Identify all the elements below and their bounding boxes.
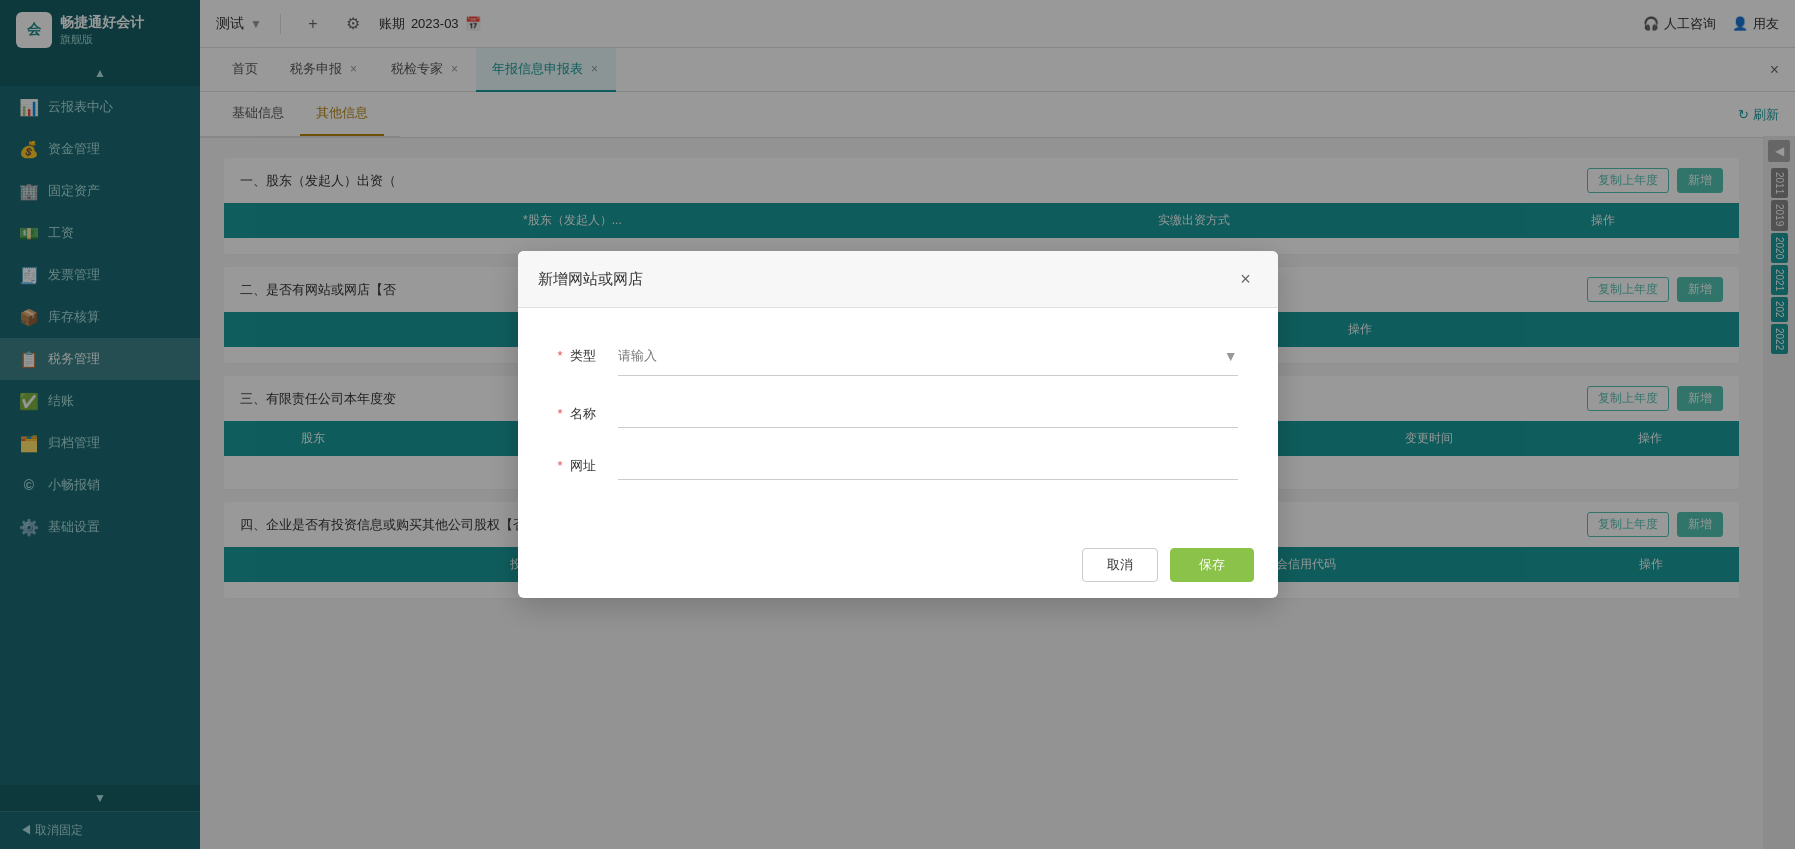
cancel-button[interactable]: 取消: [1082, 548, 1158, 582]
dialog-footer: 取消 保存: [518, 532, 1278, 598]
form-row-type: * 类型 ▼: [558, 336, 1238, 376]
type-label: * 类型: [558, 347, 618, 365]
dialog-overlay: 新增网站或网店 × * 类型 ▼ * 名称: [0, 0, 1795, 849]
url-label: * 网址: [558, 457, 618, 475]
name-input[interactable]: [618, 400, 1238, 428]
dialog-body: * 类型 ▼ * 名称 * 网址: [518, 308, 1278, 532]
url-input[interactable]: [618, 452, 1238, 480]
add-website-dialog: 新增网站或网店 × * 类型 ▼ * 名称: [518, 251, 1278, 598]
type-input[interactable]: [618, 342, 1224, 369]
dialog-title: 新增网站或网店: [538, 270, 643, 289]
type-field-container: ▼: [618, 336, 1238, 376]
type-dropdown-icon[interactable]: ▼: [1224, 348, 1238, 364]
dialog-header: 新增网站或网店 ×: [518, 251, 1278, 308]
form-row-name: * 名称: [558, 400, 1238, 428]
form-row-url: * 网址: [558, 452, 1238, 480]
dialog-close-button[interactable]: ×: [1234, 267, 1258, 291]
save-button[interactable]: 保存: [1170, 548, 1254, 582]
name-label: * 名称: [558, 405, 618, 423]
